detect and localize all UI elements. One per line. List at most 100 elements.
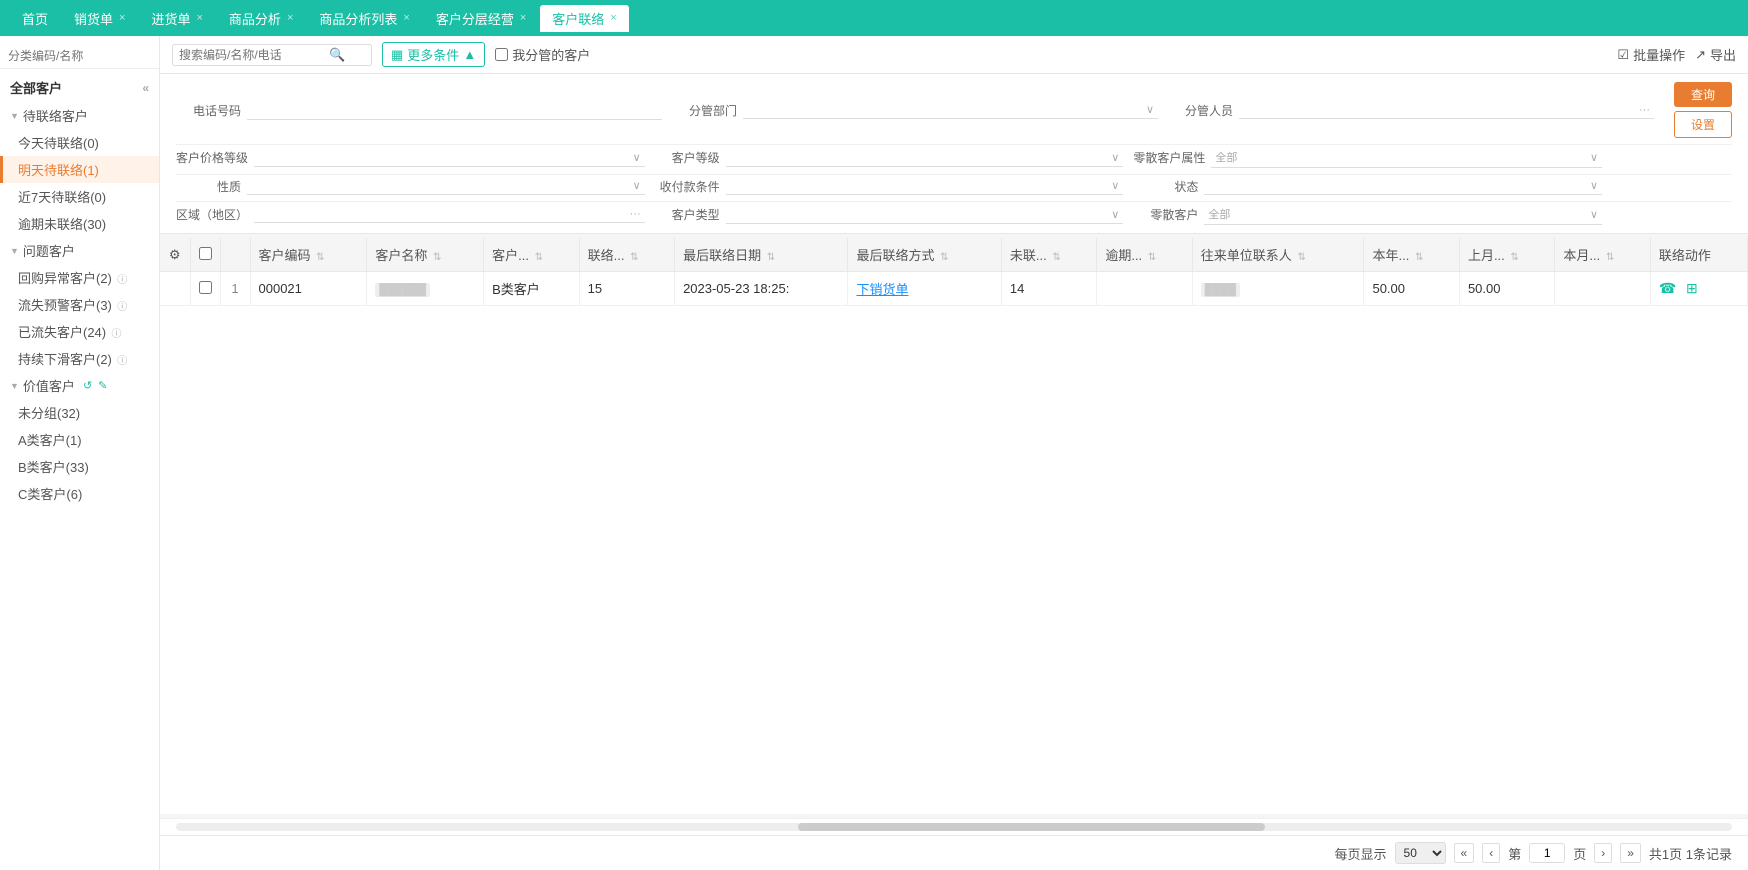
gender-select[interactable]: ∨	[247, 177, 645, 195]
chevron-down-icon-7: ∨	[1590, 179, 1598, 192]
scrollbar-track[interactable]	[176, 823, 1732, 831]
settings-button[interactable]: 设置	[1674, 111, 1732, 138]
filter-payment: 收付款条件 ∨	[655, 177, 1124, 195]
last-month-header[interactable]: 上月... ⇅	[1459, 238, 1554, 272]
horizontal-scrollbar[interactable]	[160, 818, 1748, 835]
per-page-select[interactable]: 50 100 200	[1395, 842, 1446, 864]
refresh-icon[interactable]: ↺	[83, 379, 92, 392]
sidebar-search-input[interactable]	[8, 49, 160, 63]
close-customer-layer-icon[interactable]: ×	[520, 12, 526, 24]
contacts-column-header[interactable]: 联络... ⇅	[579, 238, 674, 272]
edit-value-icon[interactable]: ✎	[98, 379, 107, 392]
row-last-contact-method-cell[interactable]: 下销货单	[848, 272, 1001, 306]
unit-contact-header[interactable]: 往来单位联系人 ⇅	[1192, 238, 1364, 272]
my-customers-filter[interactable]: 我分管的客户	[495, 45, 590, 64]
sidebar-item-churn-warning[interactable]: 流失预警客户(3) ⓘ	[0, 291, 159, 318]
name-column-header[interactable]: 客户名称 ⇅	[367, 238, 484, 272]
nav-customer-layer[interactable]: 客户分层经营 ×	[424, 5, 538, 32]
nav-product-analysis[interactable]: 商品分析 ×	[217, 5, 305, 32]
last-page-btn[interactable]: »	[1620, 843, 1641, 863]
filter-row-4: 区域（地区） ··· 客户类型 ∨ 零散客户 全部	[176, 204, 1732, 225]
sidebar-item-a-class[interactable]: A类客户(1)	[0, 426, 159, 453]
gear-column-header[interactable]: ⚙	[160, 238, 190, 272]
retail-customer-select[interactable]: 全部 ∨	[1204, 204, 1602, 225]
sidebar-item-repurchase-anomaly[interactable]: 回购异常客户(2) ⓘ	[0, 264, 159, 291]
more-conditions-btn[interactable]: ▦ 更多条件 ▲	[382, 42, 485, 67]
type-column-header[interactable]: 客户... ⇅	[484, 238, 579, 272]
query-button[interactable]: 查询	[1674, 82, 1732, 107]
row-checkbox[interactable]	[199, 281, 212, 294]
this-month-header[interactable]: 本月... ⇅	[1555, 238, 1650, 272]
my-customers-checkbox[interactable]	[495, 48, 508, 61]
status-select[interactable]: ∨	[1204, 177, 1602, 195]
row-check-cell[interactable]	[190, 272, 220, 306]
close-sales-order-icon[interactable]: ×	[119, 12, 125, 24]
problem-customers-group[interactable]: ▼ 问题客户	[0, 237, 159, 264]
pending-contact-group[interactable]: ▼ 待联络客户	[0, 102, 159, 129]
phone-action-icon[interactable]: ☎	[1659, 280, 1676, 296]
next-page-btn[interactable]: ›	[1594, 843, 1612, 863]
sidebar-collapse-icon[interactable]: «	[142, 81, 149, 95]
nav-customer-contact[interactable]: 客户联络 ×	[540, 5, 628, 32]
this-year-header[interactable]: 本年... ⇅	[1364, 238, 1459, 272]
batch-operation-btn[interactable]: ☑ 批量操作	[1617, 45, 1685, 64]
overdue-header[interactable]: 逾期... ⇅	[1097, 238, 1192, 272]
customers-table: ⚙ 客户编码 ⇅ 客户名称 ⇅ 客户... ⇅	[160, 238, 1748, 306]
phone-input[interactable]	[247, 101, 662, 120]
sidebar-search-wrap: 🔍	[0, 44, 159, 69]
export-icon: ↗	[1695, 47, 1706, 63]
customer-level-select[interactable]: ∨	[726, 149, 1124, 167]
sidebar-item-overdue-contact[interactable]: 逾期未联络(30)	[0, 210, 159, 237]
close-product-analysis-icon[interactable]: ×	[287, 12, 293, 24]
sidebar-item-declining[interactable]: 持续下滑客户(2) ⓘ	[0, 345, 159, 372]
nav-purchase-order[interactable]: 进货单 ×	[139, 5, 214, 32]
last-contact-method-header[interactable]: 最后联络方式 ⇅	[848, 238, 1001, 272]
sidebar-item-b-class[interactable]: B类客户(33)	[0, 453, 159, 480]
sidebar-item-7days-contact[interactable]: 近7天待联络(0)	[0, 183, 159, 210]
check-column-header[interactable]	[190, 238, 220, 272]
retail-attr-select[interactable]: 全部 ∨	[1211, 147, 1602, 168]
dept-select[interactable]: ∨	[743, 101, 1158, 119]
close-customer-contact-icon[interactable]: ×	[610, 12, 616, 24]
select-all-checkbox[interactable]	[199, 247, 212, 260]
first-page-btn[interactable]: «	[1454, 843, 1475, 863]
close-product-analysis-list-icon[interactable]: ×	[403, 12, 409, 24]
close-purchase-order-icon[interactable]: ×	[196, 12, 202, 24]
customer-value-select[interactable]: ∨	[254, 149, 645, 167]
code-column-header[interactable]: 客户编码 ⇅	[250, 238, 367, 272]
no-contact-header[interactable]: 未联... ⇅	[1001, 238, 1096, 272]
export-btn[interactable]: ↗ 导出	[1695, 45, 1736, 64]
person-select[interactable]: ···	[1239, 102, 1654, 119]
sidebar-item-c-class[interactable]: C类客户(6)	[0, 480, 159, 507]
chevron-down-icon-8: ∨	[1111, 208, 1119, 221]
filter-retail-customer: 零散客户 全部 ∨	[1133, 204, 1602, 225]
prev-page-btn[interactable]: ‹	[1482, 843, 1500, 863]
row-action-cell[interactable]: ☎ ⊞	[1650, 272, 1747, 306]
nav-product-analysis-list[interactable]: 商品分析列表 ×	[307, 5, 421, 32]
last-contact-date-header[interactable]: 最后联络日期 ⇅	[675, 238, 848, 272]
nav-sales-order[interactable]: 销货单 ×	[62, 5, 137, 32]
search-icon[interactable]: 🔍	[329, 47, 345, 63]
region-select[interactable]: ···	[254, 206, 645, 223]
sidebar-item-today-contact[interactable]: 今天待联络(0)	[0, 129, 159, 156]
value-customers-group[interactable]: ▼ 价值客户 ↺ ✎	[0, 372, 159, 399]
grid-action-icon[interactable]: ⊞	[1686, 280, 1698, 296]
filter-status: 状态 ∨	[1133, 177, 1602, 195]
search-input[interactable]	[179, 48, 329, 62]
ellipsis-icon[interactable]: ···	[1639, 104, 1650, 116]
sidebar-item-tomorrow-contact[interactable]: 明天待联络(1)	[0, 156, 159, 183]
sidebar: 🔍 全部客户 « ▼ 待联络客户 今天待联络(0) 明天待联络(1) 近7天待联…	[0, 36, 160, 870]
chevron-down-icon-4: ∨	[1590, 151, 1598, 164]
all-customers-header[interactable]: 全部客户 «	[0, 73, 159, 102]
status-label: 状态	[1133, 178, 1198, 195]
footer-bar: 每页显示 50 100 200 « ‹ 第 页 › » 共1页 1条记录	[160, 835, 1748, 870]
sidebar-item-churned[interactable]: 已流失客户(24) ⓘ	[0, 318, 159, 345]
payment-select[interactable]: ∨	[726, 177, 1124, 195]
nav-home[interactable]: 首页	[10, 5, 60, 32]
page-input[interactable]	[1529, 843, 1565, 863]
chevron-down-icon-3: ∨	[1111, 151, 1119, 164]
scrollbar-thumb[interactable]	[798, 823, 1265, 831]
customer-type-select[interactable]: ∨	[726, 206, 1124, 224]
region-ellipsis-icon[interactable]: ···	[630, 208, 641, 220]
sidebar-item-ungrouped[interactable]: 未分组(32)	[0, 399, 159, 426]
